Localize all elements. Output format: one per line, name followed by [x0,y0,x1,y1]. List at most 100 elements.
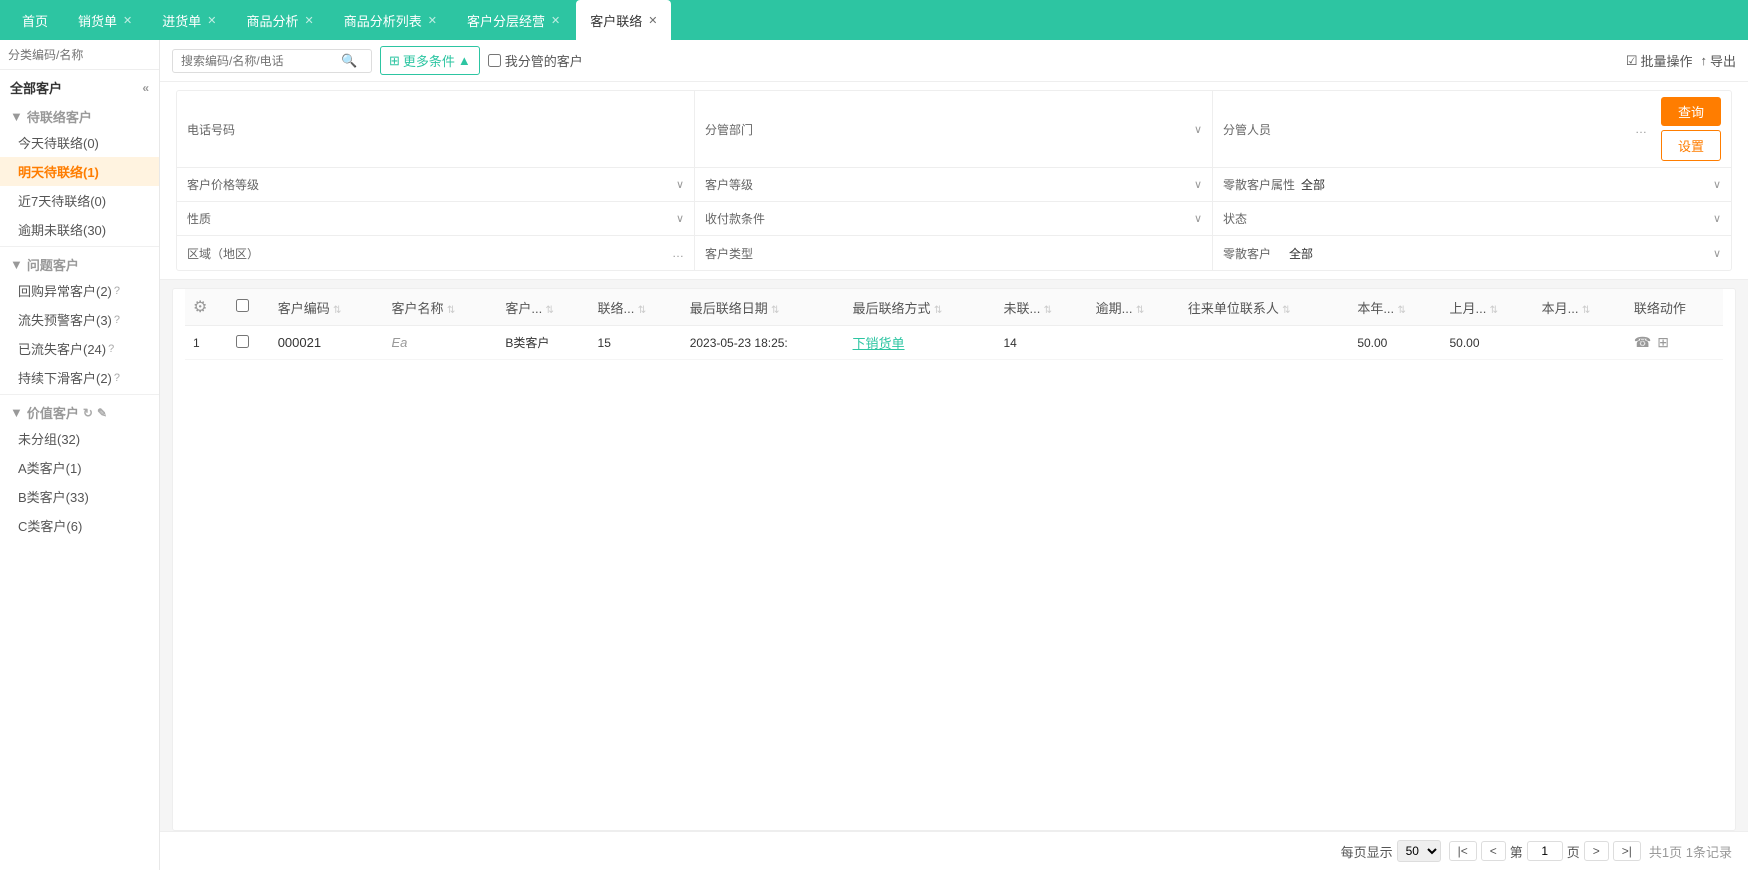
sidebar-item-declining[interactable]: 持续下滑客户(2) ? [0,363,159,392]
td-last-month: 50.00 [1441,326,1533,360]
td-checkbox[interactable] [228,326,269,360]
toolbar-search-input[interactable] [181,54,341,68]
my-customers-checkbox[interactable] [488,54,501,67]
filter-chevron-icon: ▲ [458,53,471,68]
page-size-container: 每页显示 50 [1341,840,1441,862]
page-number-input[interactable] [1527,841,1563,861]
prev-page-button[interactable]: < [1481,841,1506,861]
value-group-refresh[interactable]: ↻ [83,406,93,420]
sidebar-item-week-pending[interactable]: 近7天待联络(0) [0,186,159,215]
th-this-month[interactable]: 本月... ⇅ [1534,289,1626,326]
filter-customer-level-label: 客户等级 [705,176,765,193]
filter-retail-attr-select[interactable]: 全部 ∨ [1301,176,1721,193]
sidebar-item-churn-warning[interactable]: 流失预警客户(3) ? [0,305,159,334]
th-checkbox[interactable] [228,289,269,326]
select-all-checkbox[interactable] [236,299,249,312]
sidebar-item-a-class[interactable]: A类客户(1) [0,453,159,482]
close-tab-analysis-list[interactable]: ✕ [428,14,437,27]
page-size-select[interactable]: 50 [1397,840,1441,862]
next-page-button[interactable]: > [1584,841,1609,861]
top-nav: 首页 销货单 ✕ 进货单 ✕ 商品分析 ✕ 商品分析列表 ✕ 客户分层经营 ✕ … [0,0,1748,40]
th-last-month[interactable]: 上月... ⇅ [1441,289,1533,326]
filter-customer-level-select[interactable]: ∨ [771,178,1202,191]
filter-status-select[interactable]: ∨ [1289,212,1721,225]
th-gear[interactable]: ⚙ [185,289,228,326]
th-name[interactable]: 客户名称 ⇅ [384,289,498,326]
more-action-icon[interactable]: ⊞ [1657,334,1669,351]
my-customers-checkbox-label[interactable]: 我分管的客户 [488,51,583,70]
nav-tab-analysis[interactable]: 商品分析 ✕ [232,0,327,40]
nav-tab-analysis-list[interactable]: 商品分析列表 ✕ [330,0,451,40]
filter-payment-select[interactable]: ∨ [771,212,1202,225]
th-this-year[interactable]: 本年... ⇅ [1349,289,1441,326]
filter-gender-label: 性质 [187,210,247,227]
export-button[interactable]: ↑ 导出 [1700,51,1736,70]
close-tab-sales[interactable]: ✕ [123,14,132,27]
batch-operation-button[interactable]: ☑ 批量操作 [1626,51,1693,70]
filter-phone-label: 电话号码 [187,121,247,138]
reset-button[interactable]: 设置 [1661,130,1721,161]
td-action[interactable]: ☎ ⊞ [1626,326,1723,360]
sidebar-search-input[interactable] [8,48,160,62]
close-tab-customer-contact[interactable]: ✕ [648,14,657,27]
row-checkbox[interactable] [236,335,249,348]
sort-type-icon: ⇅ [546,305,554,316]
th-unit-contact[interactable]: 往来单位联系人 ⇅ [1180,289,1350,326]
query-button[interactable]: 查询 [1661,97,1721,126]
filter-manager-dots[interactable]: … [1635,122,1647,136]
toolbar-search-icon[interactable]: 🔍 [341,53,357,69]
region-dots[interactable]: … [672,246,684,260]
nav-tab-customer-contact[interactable]: 客户联络 ✕ [576,0,671,40]
th-last-contact-date[interactable]: 最后联络日期 ⇅ [682,289,845,326]
close-tab-customer-layer[interactable]: ✕ [551,14,560,27]
sidebar-item-today-pending[interactable]: 今天待联络(0) [0,128,159,157]
nav-tab-customer-layer[interactable]: 客户分层经营 ✕ [453,0,574,40]
close-tab-purchase[interactable]: ✕ [207,14,216,27]
td-unit-contact [1180,326,1350,360]
help-icon-0[interactable]: ? [114,285,120,297]
sidebar-item-repurchase-abnormal[interactable]: 回购异常客户(2) ? [0,276,159,305]
help-icon-3[interactable]: ? [114,372,120,384]
td-uncontacted: 14 [995,326,1087,360]
sidebar-item-b-class[interactable]: B类客户(33) [0,482,159,511]
sidebar-item-c-class[interactable]: C类客户(6) [0,511,159,540]
filter-retail-customer-select[interactable]: 全部 ∨ [1289,245,1721,262]
filter-grid: 电话号码 分管部门 ∨ 分管人员 … 查询 [176,90,1732,271]
filter-region-select[interactable]: … [265,246,684,260]
main-layout: 🔍 全部客户 « ▼ 待联络客户 今天待联络(0) 明天待联络(1) 近7天待联… [0,40,1748,870]
last-page-button[interactable]: >| [1613,841,1641,861]
sidebar-item-tomorrow-pending[interactable]: 明天待联络(1) [0,157,159,186]
filter-customer-price-select[interactable]: ∨ [265,178,684,191]
nav-tab-purchase[interactable]: 进货单 ✕ [148,0,230,40]
help-icon-1[interactable]: ? [114,314,120,326]
sort-code-icon: ⇅ [333,305,341,316]
contact-action-icon[interactable]: ☎ [1634,334,1651,351]
close-tab-analysis[interactable]: ✕ [305,14,314,27]
first-page-button[interactable]: |< [1449,841,1477,861]
th-type[interactable]: 客户... ⇅ [497,289,589,326]
sidebar-item-ungrouped[interactable]: 未分组(32) [0,424,159,453]
th-contacts[interactable]: 联络... ⇅ [590,289,682,326]
value-group-edit[interactable]: ✎ [97,406,107,420]
th-overdue[interactable]: 逾期... ⇅ [1088,289,1180,326]
th-code[interactable]: 客户编码 ⇅ [270,289,384,326]
filter-icon: ⊞ [389,53,400,69]
contact-method-link[interactable]: 下销货单 [853,336,905,351]
export-icon: ↑ [1700,53,1707,68]
sidebar-item-overdue-pending[interactable]: 逾期未联络(30) [0,215,159,244]
more-filter-button[interactable]: ⊞ 更多条件 ▲ [380,46,480,75]
help-icon-2[interactable]: ? [108,343,114,355]
th-action[interactable]: 联络动作 [1626,289,1723,326]
nav-tab-sales[interactable]: 销货单 ✕ [64,0,146,40]
all-customers-header[interactable]: 全部客户 « [0,70,159,101]
th-last-contact-method[interactable]: 最后联络方式 ⇅ [845,289,996,326]
filter-phone-input[interactable] [253,122,684,136]
nav-home[interactable]: 首页 [8,0,62,40]
filter-gender-select[interactable]: ∨ [253,212,684,225]
filter-dept: 分管部门 ∨ [695,91,1213,168]
sidebar-item-churned[interactable]: 已流失客户(24) ? [0,334,159,363]
filter-dept-select[interactable]: ∨ [771,123,1202,136]
toolbar: 🔍 ⊞ 更多条件 ▲ 我分管的客户 ☑ 批量操作 ↑ 导出 [160,40,1748,82]
td-last-contact-method[interactable]: 下销货单 [845,326,996,360]
th-uncontacted[interactable]: 未联... ⇅ [995,289,1087,326]
